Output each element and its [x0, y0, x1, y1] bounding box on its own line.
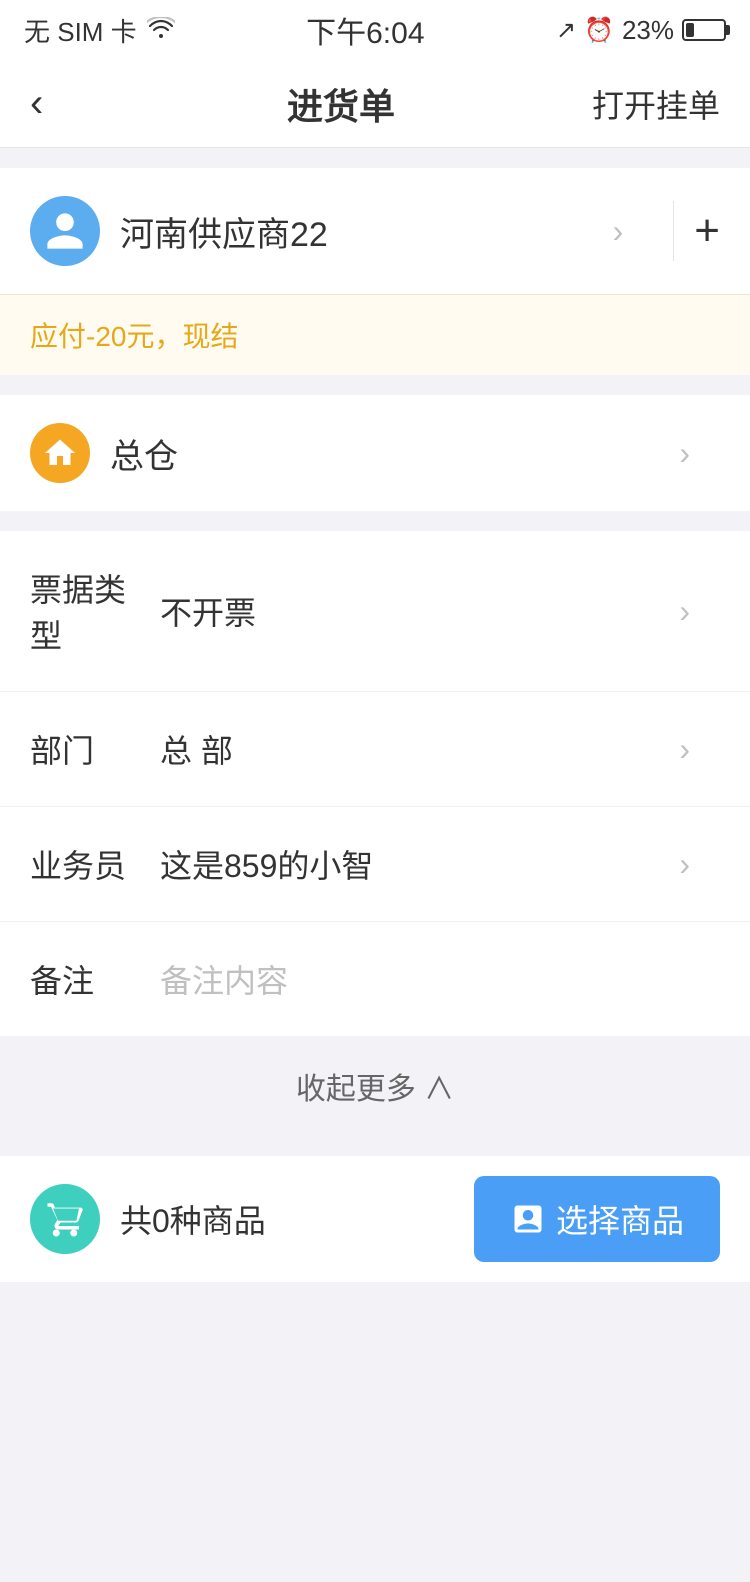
product-icon-circle	[30, 1184, 100, 1254]
warehouse-chevron-icon: ›	[679, 435, 690, 472]
status-time: 下午6:04	[306, 8, 424, 52]
department-row[interactable]: 部门 总 部 ›	[0, 692, 750, 807]
carrier-text: 无 SIM 卡	[24, 12, 137, 49]
page-background	[0, 1282, 750, 1582]
status-left: 无 SIM 卡	[24, 12, 175, 49]
supplier-name: 河南供应商22	[120, 207, 613, 256]
supplier-section: 河南供应商22 › + 应付-20元，现结	[0, 168, 750, 375]
invoice-label: 票据类型	[30, 565, 150, 657]
department-label: 部门	[30, 726, 150, 772]
department-chevron-icon: ›	[679, 731, 690, 768]
select-product-button[interactable]: 选择商品	[474, 1176, 720, 1262]
user-icon	[43, 209, 87, 253]
supplier-avatar	[30, 196, 100, 266]
form-section: 票据类型 不开票 › 部门 总 部 › 业务员 这是859的小智 › 备注 备注…	[0, 531, 750, 1036]
invoice-value: 不开票	[150, 588, 679, 634]
back-button[interactable]: ‹	[30, 81, 90, 126]
warehouse-icon-circle	[30, 423, 90, 483]
department-value: 总 部	[150, 726, 679, 772]
salesman-value: 这是859的小智	[150, 841, 679, 887]
vertical-divider	[673, 201, 674, 261]
salesman-label: 业务员	[30, 841, 150, 887]
product-count-text: 共0种商品	[120, 1196, 474, 1242]
battery-icon	[682, 19, 726, 41]
select-product-icon	[510, 1201, 546, 1237]
salesman-row[interactable]: 业务员 这是859的小智 ›	[0, 807, 750, 922]
open-pending-button[interactable]: 打开挂单	[592, 81, 720, 127]
battery-percent: 23%	[622, 15, 674, 46]
cart-icon	[44, 1198, 86, 1240]
notice-text: 应付-20元，现结	[30, 321, 238, 352]
invoice-chevron-icon: ›	[679, 593, 690, 630]
wifi-icon	[147, 15, 175, 46]
home-icon	[42, 435, 78, 471]
separator-1	[0, 148, 750, 168]
collapse-button[interactable]: 收起更多 ∧	[0, 1036, 750, 1136]
remark-row[interactable]: 备注 备注内容	[0, 922, 750, 1036]
page-title: 进货单	[287, 78, 395, 130]
remark-input[interactable]: 备注内容	[150, 956, 720, 1002]
warehouse-row[interactable]: 总仓 ›	[0, 395, 750, 511]
supplier-chevron-icon: ›	[613, 213, 624, 250]
nav-bar: ‹ 进货单 打开挂单	[0, 60, 750, 148]
notice-bar: 应付-20元，现结	[0, 294, 750, 375]
warehouse-section: 总仓 ›	[0, 395, 750, 511]
status-bar: 无 SIM 卡 下午6:04 ↗ ⏰ 23%	[0, 0, 750, 60]
bottom-bar: 共0种商品 选择商品	[0, 1156, 750, 1282]
remark-label: 备注	[30, 956, 150, 1002]
salesman-chevron-icon: ›	[679, 846, 690, 883]
invoice-row[interactable]: 票据类型 不开票 ›	[0, 531, 750, 692]
warehouse-name: 总仓	[110, 429, 679, 478]
select-product-label: 选择商品	[556, 1196, 684, 1242]
add-supplier-button[interactable]: +	[694, 206, 720, 256]
supplier-row[interactable]: 河南供应商22 › +	[0, 168, 750, 294]
location-icon: ↗	[556, 16, 576, 45]
alarm-icon: ⏰	[584, 16, 614, 45]
status-right: ↗ ⏰ 23%	[556, 15, 726, 46]
